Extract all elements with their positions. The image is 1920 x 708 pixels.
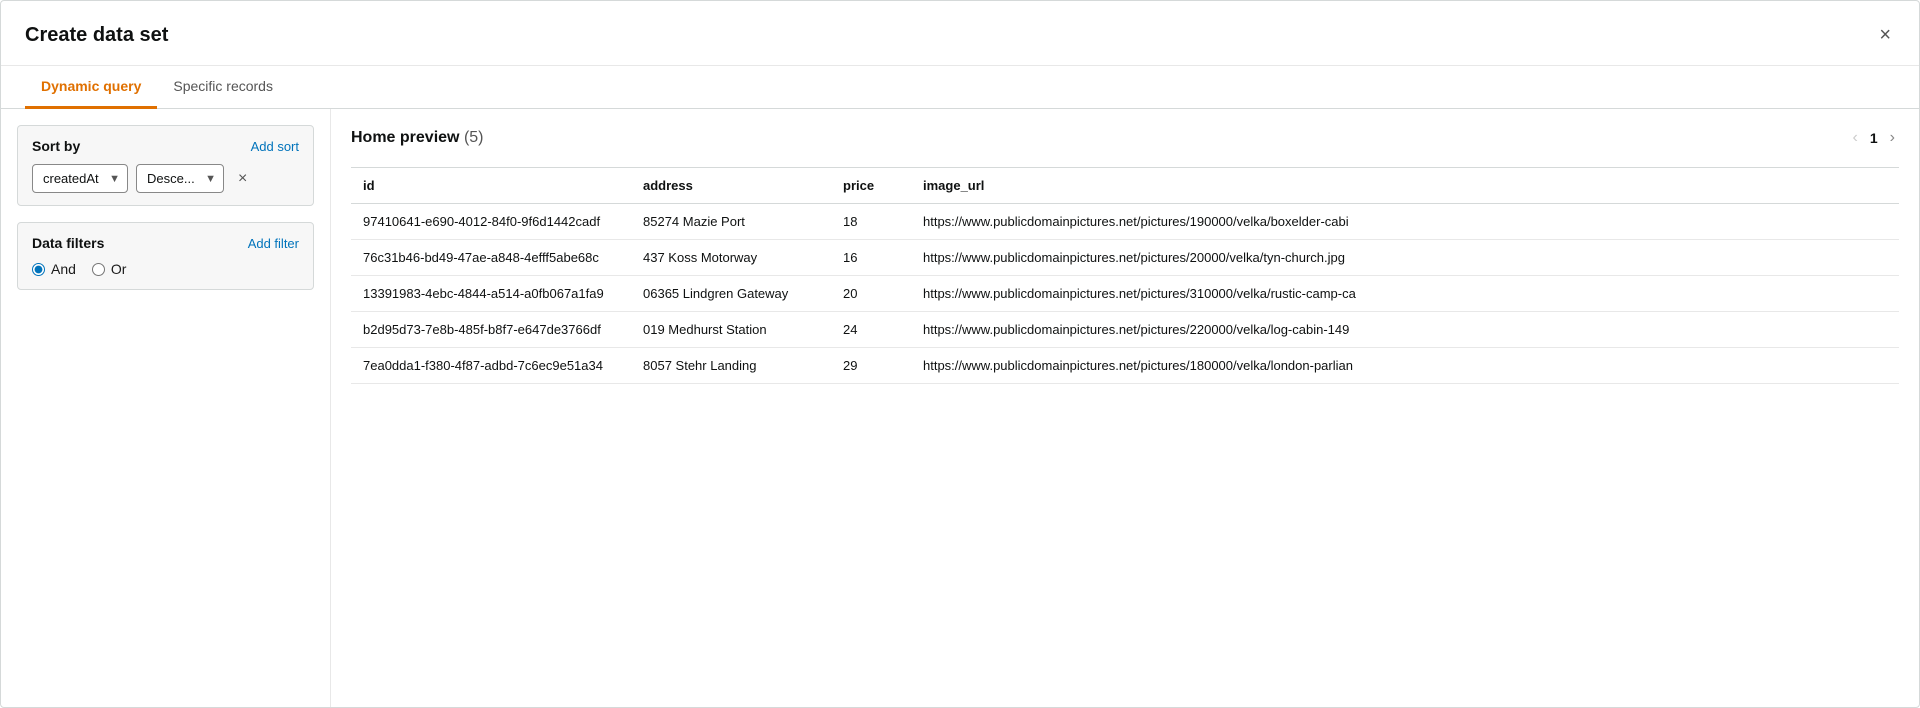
- cell-id: b2d95d73-7e8b-485f-b8f7-e647de3766df: [351, 312, 631, 348]
- cell-address: 85274 Mazie Port: [631, 204, 831, 240]
- filter-header: Data filters Add filter: [32, 235, 299, 251]
- logic-radio-group: And Or: [32, 261, 299, 277]
- sort-field-wrapper: createdAt id address price ▼: [32, 164, 128, 193]
- cell-address: 06365 Lindgren Gateway: [631, 276, 831, 312]
- and-label: And: [51, 261, 76, 277]
- sort-order-wrapper: Desce... Asce... ▼: [136, 164, 224, 193]
- table-row: 76c31b46-bd49-47ae-a848-4efff5abe68c437 …: [351, 240, 1899, 276]
- data-table: id address price image_url 97410641-e690…: [351, 167, 1899, 384]
- prev-page-button[interactable]: ‹: [1849, 125, 1862, 151]
- dialog-header: Create data set ×: [1, 1, 1919, 66]
- cell-price: 24: [831, 312, 911, 348]
- or-label: Or: [111, 261, 127, 277]
- cell-price: 18: [831, 204, 911, 240]
- sort-title: Sort by: [32, 138, 80, 154]
- preview-title-area: Home preview (5): [351, 129, 484, 147]
- content-area: Sort by Add sort createdAt id address pr…: [1, 109, 1919, 707]
- sort-section: Sort by Add sort createdAt id address pr…: [17, 125, 314, 206]
- col-header-id: id: [351, 168, 631, 204]
- next-page-button[interactable]: ›: [1886, 125, 1899, 151]
- cell-image_url: https://www.publicdomainpictures.net/pic…: [911, 204, 1899, 240]
- cell-id: 13391983-4ebc-4844-a514-a0fb067a1fa9: [351, 276, 631, 312]
- cell-id: 7ea0dda1-f380-4f87-adbd-7c6ec9e51a34: [351, 348, 631, 384]
- preview-title: Home preview (5): [351, 129, 484, 146]
- remove-sort-button[interactable]: ×: [232, 168, 253, 190]
- close-button[interactable]: ×: [1875, 21, 1895, 49]
- add-filter-link[interactable]: Add filter: [248, 236, 299, 251]
- sort-order-select[interactable]: Desce... Asce...: [136, 164, 224, 193]
- cell-image_url: https://www.publicdomainpictures.net/pic…: [911, 348, 1899, 384]
- cell-id: 76c31b46-bd49-47ae-a848-4efff5abe68c: [351, 240, 631, 276]
- or-radio[interactable]: [92, 263, 105, 276]
- and-radio[interactable]: [32, 263, 45, 276]
- filter-section: Data filters Add filter And Or: [17, 222, 314, 290]
- tab-dynamic-query[interactable]: Dynamic query: [25, 66, 157, 109]
- cell-address: 019 Medhurst Station: [631, 312, 831, 348]
- col-header-image-url: image_url: [911, 168, 1899, 204]
- add-sort-link[interactable]: Add sort: [251, 139, 299, 154]
- table-body: 97410641-e690-4012-84f0-9f6d1442cadf8527…: [351, 204, 1899, 384]
- table-container: id address price image_url 97410641-e690…: [351, 167, 1899, 384]
- cell-image_url: https://www.publicdomainpictures.net/pic…: [911, 276, 1899, 312]
- table-row: 97410641-e690-4012-84f0-9f6d1442cadf8527…: [351, 204, 1899, 240]
- cell-id: 97410641-e690-4012-84f0-9f6d1442cadf: [351, 204, 631, 240]
- preview-count: (5): [464, 129, 484, 146]
- dialog-title: Create data set: [25, 24, 168, 47]
- tab-bar: Dynamic query Specific records: [1, 66, 1919, 109]
- and-radio-label[interactable]: And: [32, 261, 76, 277]
- table-header-row: id address price image_url: [351, 168, 1899, 204]
- left-panel: Sort by Add sort createdAt id address pr…: [1, 109, 331, 707]
- pagination: ‹ 1 ›: [1849, 125, 1899, 151]
- cell-image_url: https://www.publicdomainpictures.net/pic…: [911, 240, 1899, 276]
- cell-image_url: https://www.publicdomainpictures.net/pic…: [911, 312, 1899, 348]
- filter-title: Data filters: [32, 235, 104, 251]
- table-row: 13391983-4ebc-4844-a514-a0fb067a1fa90636…: [351, 276, 1899, 312]
- cell-price: 16: [831, 240, 911, 276]
- sort-row: createdAt id address price ▼ Desce... As…: [32, 164, 299, 193]
- preview-header: Home preview (5) ‹ 1 ›: [351, 125, 1899, 151]
- tab-specific-records[interactable]: Specific records: [157, 66, 289, 109]
- create-dataset-dialog: Create data set × Dynamic query Specific…: [0, 0, 1920, 708]
- col-header-address: address: [631, 168, 831, 204]
- or-radio-label[interactable]: Or: [92, 261, 127, 277]
- table-row: 7ea0dda1-f380-4f87-adbd-7c6ec9e51a348057…: [351, 348, 1899, 384]
- cell-price: 29: [831, 348, 911, 384]
- cell-address: 437 Koss Motorway: [631, 240, 831, 276]
- sort-field-select[interactable]: createdAt id address price: [32, 164, 128, 193]
- current-page: 1: [1870, 130, 1878, 146]
- cell-price: 20: [831, 276, 911, 312]
- sort-header: Sort by Add sort: [32, 138, 299, 154]
- col-header-price: price: [831, 168, 911, 204]
- table-row: b2d95d73-7e8b-485f-b8f7-e647de3766df019 …: [351, 312, 1899, 348]
- table-head: id address price image_url: [351, 168, 1899, 204]
- cell-address: 8057 Stehr Landing: [631, 348, 831, 384]
- right-panel: Home preview (5) ‹ 1 › id address: [331, 109, 1919, 707]
